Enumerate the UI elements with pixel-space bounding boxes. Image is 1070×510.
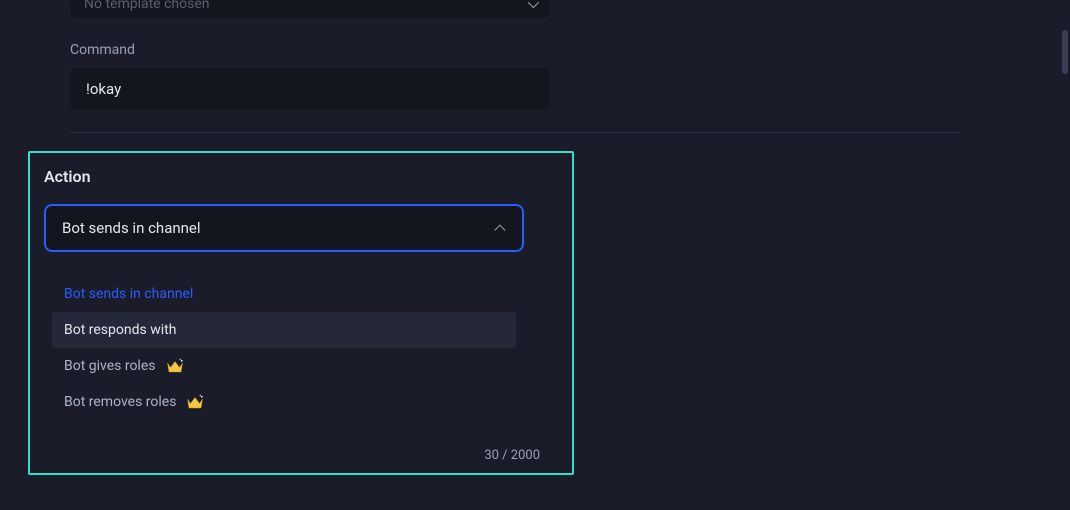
action-option-label: Bot removes roles <box>64 394 176 410</box>
crown-icon <box>186 394 204 410</box>
crown-icon <box>166 358 184 374</box>
action-option[interactable]: Bot sends in channel <box>52 276 516 312</box>
divider <box>70 132 960 133</box>
action-option-label: Bot responds with <box>64 322 176 338</box>
chevron-up-icon <box>494 224 505 235</box>
action-option[interactable]: Bot removes roles <box>52 384 516 420</box>
action-option[interactable]: Bot gives roles <box>52 348 516 384</box>
action-title: Action <box>44 167 558 186</box>
template-select[interactable]: No template chosen <box>70 0 550 18</box>
action-dropdown: Bot sends in channel Bot responds with Bot… <box>44 268 524 428</box>
command-value: !okay <box>86 80 121 98</box>
action-highlight-box: Action Bot sends in channel Bot sends in… <box>28 151 574 475</box>
command-input[interactable]: !okay <box>70 68 550 110</box>
chevron-down-icon <box>528 0 539 8</box>
action-option-label: Bot sends in channel <box>64 286 193 302</box>
action-option[interactable]: Bot responds with <box>52 312 516 348</box>
scrollbar-thumb[interactable] <box>1062 30 1068 74</box>
action-option-label: Bot gives roles <box>64 358 156 374</box>
char-counter: 30 / 2000 <box>44 448 558 463</box>
template-placeholder: No template chosen <box>84 0 210 12</box>
action-selected-value: Bot sends in channel <box>62 219 201 237</box>
action-select[interactable]: Bot sends in channel <box>44 204 524 252</box>
command-label: Command <box>70 42 960 58</box>
